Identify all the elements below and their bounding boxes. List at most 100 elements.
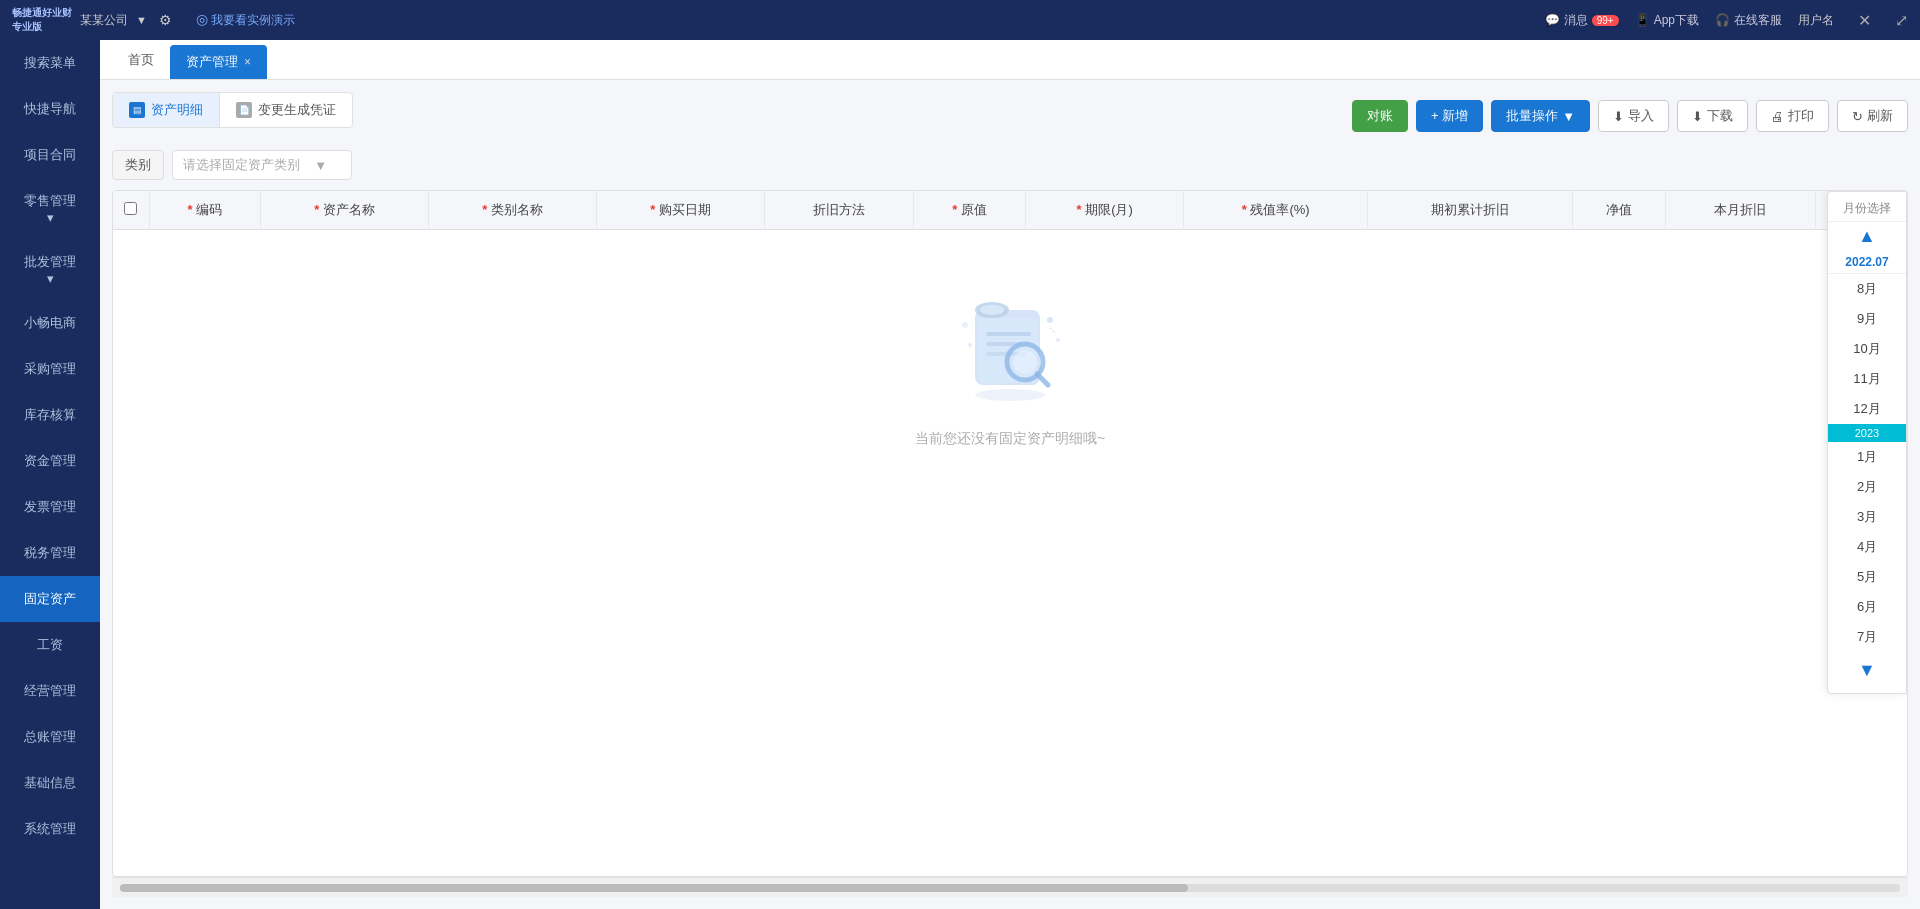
sidebar-item-invoice[interactable]: 发票管理 [0, 484, 100, 530]
month-item-12[interactable]: 12月 [1828, 394, 1906, 424]
print-button[interactable]: 🖨 打印 [1756, 100, 1829, 132]
sub-tab-label: 变更生成凭证 [258, 101, 336, 119]
window-close-button[interactable]: ✕ [1858, 11, 1871, 30]
sidebar-item-label: 项目合同 [8, 146, 92, 164]
tab-home[interactable]: 首页 [112, 43, 170, 79]
sidebar-item-label: 基础信息 [8, 774, 92, 792]
col-original-value: 原值 [914, 191, 1026, 230]
tab-bar: 首页 资产管理 × [100, 40, 1920, 80]
company-name: 某某公司 [80, 12, 128, 29]
month-nav-down-button[interactable]: ▼ [1828, 656, 1906, 685]
col-depreciation-method: 折旧方法 [764, 191, 913, 230]
month-item-4[interactable]: 4月 [1828, 532, 1906, 562]
add-button[interactable]: + 新增 [1416, 100, 1483, 132]
month-item-1[interactable]: 1月 [1828, 442, 1906, 472]
filter-category-select[interactable]: 请选择固定资产类别 ▼ [172, 150, 352, 180]
month-item-5[interactable]: 5月 [1828, 562, 1906, 592]
top-bar-right: 💬 消息 99+ 📱 App下载 🎧 在线客服 用户名 ✕ ⤢ [1545, 11, 1908, 30]
window-expand-button[interactable]: ⤢ [1895, 11, 1908, 30]
import-button[interactable]: ⬇ 导入 [1598, 100, 1669, 132]
year-marker-2023: 2023 [1828, 424, 1906, 442]
company-dropdown-icon[interactable]: ▼ [136, 14, 147, 26]
svg-point-4 [980, 305, 1004, 315]
top-bar: 畅捷通好业财 专业版 某某公司 ▼ ⚙ ◎ 我要看实例演示 💬 消息 99+ 📱… [0, 0, 1920, 40]
month-item-9[interactable]: 9月 [1828, 304, 1906, 334]
svg-line-15 [1050, 328, 1056, 334]
sidebar-item-label: 资金管理 [8, 452, 92, 470]
month-item-11[interactable]: 11月 [1828, 364, 1906, 394]
main-layout: 搜索菜单 快捷导航 项目合同 零售管理 ▾ 批发管理 ▾ 小畅电商 采购管理 库… [0, 40, 1920, 909]
app-download-btn[interactable]: 📱 App下载 [1635, 12, 1699, 29]
headset-icon: 🎧 [1715, 13, 1730, 27]
sidebar-item-label: 固定资产 [8, 590, 92, 608]
download-button[interactable]: ⬇ 下载 [1677, 100, 1748, 132]
sidebar-item-tax[interactable]: 税务管理 [0, 530, 100, 576]
table-empty-row: 当前您还没有固定资产明细哦~ [113, 230, 1907, 509]
sub-tabs-area: ▤ 资产明细 📄 变更生成凭证 对账 + 新增 批量操作 ▼ [112, 92, 1908, 140]
notification-btn[interactable]: 💬 消息 99+ [1545, 12, 1619, 29]
sidebar-item-salary[interactable]: 工资 [0, 622, 100, 668]
online-service-btn[interactable]: 🎧 在线客服 [1715, 12, 1782, 29]
svg-point-13 [968, 343, 972, 347]
tab-label: 资产管理 [186, 53, 238, 71]
asset-detail-icon: ▤ [129, 102, 145, 118]
month-item-8[interactable]: 8月 [1828, 274, 1906, 304]
sub-tab-asset-detail[interactable]: ▤ 资产明细 [113, 93, 220, 127]
table-header-row: 编码 资产名称 类别名称 购买日期 折旧方法 原值 期限(月) 残值率(%) 期… [113, 191, 1907, 230]
tab-asset-management[interactable]: 资产管理 × [170, 45, 267, 79]
settings-icon[interactable]: ⚙ [159, 12, 172, 28]
app-download-label: App下载 [1654, 12, 1699, 29]
month-list: 8月 9月 10月 11月 12月 2023 1月 2月 3月 4月 5月 6月… [1828, 274, 1906, 652]
col-net-value: 净值 [1573, 191, 1666, 230]
sub-tab-change-voucher[interactable]: 📄 变更生成凭证 [220, 93, 352, 127]
select-all-checkbox[interactable] [124, 202, 137, 215]
month-item-6[interactable]: 6月 [1828, 592, 1906, 622]
sidebar-item-system[interactable]: 系统管理 [0, 806, 100, 852]
month-item-7[interactable]: 7月 [1828, 622, 1906, 652]
sidebar-item-basic-info[interactable]: 基础信息 [0, 760, 100, 806]
sidebar-item-finance[interactable]: 资金管理 [0, 438, 100, 484]
svg-point-14 [962, 322, 968, 328]
scrollbar-thumb[interactable] [120, 884, 1188, 892]
match-account-button[interactable]: 对账 [1352, 100, 1408, 132]
col-category: 类别名称 [429, 191, 597, 230]
sidebar-item-label: 总账管理 [8, 728, 92, 746]
svg-point-9 [1013, 350, 1037, 374]
tab-close-icon[interactable]: × [244, 55, 251, 69]
sidebar-item-fixed-assets[interactable]: 固定资产 [0, 576, 100, 622]
sidebar-item-ecommerce[interactable]: 小畅电商 [0, 300, 100, 346]
col-monthly-depreciation: 本月折旧 [1666, 191, 1815, 230]
sidebar-item-label: 快捷导航 [8, 100, 92, 118]
sidebar-item-operations[interactable]: 经营管理 [0, 668, 100, 714]
sidebar-item-wholesale[interactable]: 批发管理 ▾ [0, 239, 100, 300]
filter-dropdown-icon: ▼ [314, 158, 327, 173]
horizontal-scrollbar[interactable] [120, 884, 1900, 892]
col-code: 编码 [149, 191, 261, 230]
sidebar-item-project[interactable]: 项目合同 [0, 132, 100, 178]
select-all-header[interactable] [113, 191, 149, 230]
table-container: 编码 资产名称 类别名称 购买日期 折旧方法 原值 期限(月) 残值率(%) 期… [112, 190, 1908, 877]
sidebar-item-ledger[interactable]: 总账管理 [0, 714, 100, 760]
content-area: 首页 资产管理 × ▤ 资产明细 📄 变更生成凭证 [100, 40, 1920, 909]
top-bar-left: 畅捷通好业财 专业版 某某公司 ▼ ⚙ ◎ 我要看实例演示 [12, 6, 295, 34]
sidebar-item-quicknav[interactable]: 快捷导航 [0, 86, 100, 132]
print-icon: 🖨 [1771, 109, 1784, 124]
sidebar-item-retail[interactable]: 零售管理 ▾ [0, 178, 100, 239]
month-item-2[interactable]: 2月 [1828, 472, 1906, 502]
chevron-down-icon: ▾ [47, 271, 54, 286]
month-item-10[interactable]: 10月 [1828, 334, 1906, 364]
month-item-3[interactable]: 3月 [1828, 502, 1906, 532]
sidebar-item-search[interactable]: 搜索菜单 [0, 40, 100, 86]
refresh-button[interactable]: ↻ 刷新 [1837, 100, 1908, 132]
demo-link[interactable]: ◎ 我要看实例演示 [196, 11, 295, 29]
batch-operation-button[interactable]: 批量操作 ▼ [1491, 100, 1590, 132]
notification-badge: 99+ [1592, 15, 1619, 26]
sidebar-item-inventory[interactable]: 库存核算 [0, 392, 100, 438]
sidebar-item-purchase[interactable]: 采购管理 [0, 346, 100, 392]
svg-rect-5 [986, 332, 1031, 336]
app-edition: 专业版 [12, 20, 72, 34]
bottom-scrollbar-area [112, 877, 1908, 897]
month-nav-up-button[interactable]: ▲ [1828, 222, 1906, 251]
sub-tabs: ▤ 资产明细 📄 变更生成凭证 [112, 92, 353, 128]
sidebar-item-label: 零售管理 [8, 192, 92, 210]
